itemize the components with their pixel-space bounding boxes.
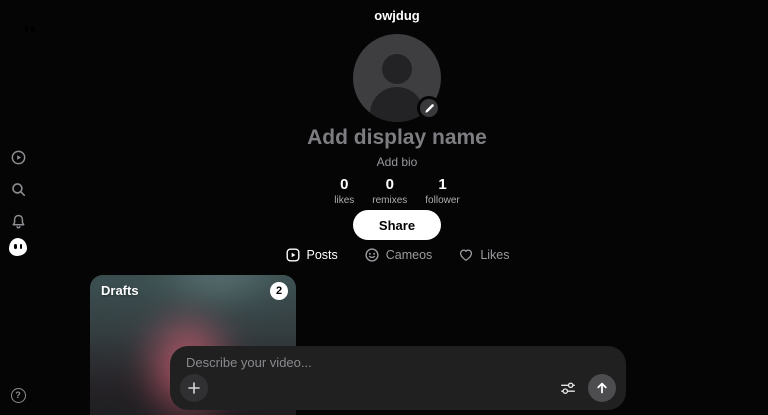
posts-icon bbox=[285, 247, 301, 263]
sidebar: ? bbox=[0, 0, 34, 415]
cameos-smiley-icon bbox=[364, 247, 380, 263]
plus-icon bbox=[187, 381, 201, 395]
share-button[interactable]: Share bbox=[353, 210, 441, 240]
tab-likes-label: Likes bbox=[480, 248, 509, 262]
search-icon bbox=[10, 181, 27, 198]
sidebar-item-explore[interactable] bbox=[8, 147, 28, 167]
tab-cameos-label: Cameos bbox=[386, 248, 433, 262]
tab-likes[interactable]: Likes bbox=[458, 247, 509, 263]
stat-remixes-value: 0 bbox=[372, 176, 407, 193]
stat-likes-label: likes bbox=[334, 195, 354, 206]
heart-icon bbox=[458, 247, 474, 263]
stat-remixes-label: remixes bbox=[372, 195, 407, 206]
pencil-icon bbox=[424, 103, 435, 114]
profile-face-icon bbox=[9, 238, 27, 256]
profile-stats: 0 likes 0 remixes 1 follower bbox=[26, 176, 768, 206]
stat-follower-label: follower bbox=[425, 195, 459, 206]
sidebar-item-notifications[interactable] bbox=[8, 211, 28, 231]
help-icon: ? bbox=[11, 388, 26, 403]
app-root: ? owjdug Add display name Add bio 0 like… bbox=[0, 0, 768, 415]
stat-likes-value: 0 bbox=[334, 176, 354, 193]
stat-follower[interactable]: 1 follower bbox=[425, 176, 459, 206]
app-logo[interactable] bbox=[7, 7, 31, 31]
sidebar-item-profile[interactable] bbox=[8, 237, 28, 257]
send-button[interactable] bbox=[588, 374, 616, 402]
drafts-count-badge: 2 bbox=[270, 282, 288, 300]
explore-play-icon bbox=[10, 149, 27, 166]
arrow-up-icon bbox=[595, 381, 609, 395]
edit-avatar-button[interactable] bbox=[417, 96, 441, 120]
avatar-row bbox=[26, 34, 768, 127]
sidebar-item-help[interactable]: ? bbox=[8, 385, 28, 405]
drafts-title: Drafts bbox=[101, 283, 139, 298]
avatar[interactable] bbox=[353, 34, 441, 122]
profile-username: owjdug bbox=[26, 8, 768, 23]
tab-cameos[interactable]: Cameos bbox=[364, 247, 433, 263]
stat-likes[interactable]: 0 likes bbox=[334, 176, 354, 206]
video-composer bbox=[170, 346, 626, 410]
add-display-name[interactable]: Add display name bbox=[26, 126, 768, 150]
add-bio[interactable]: Add bio bbox=[26, 155, 768, 169]
share-row: Share bbox=[26, 210, 768, 240]
settings-sliders-button[interactable] bbox=[556, 376, 580, 400]
profile-tabs: Posts Cameos Likes bbox=[26, 247, 768, 263]
stat-remixes[interactable]: 0 remixes bbox=[372, 176, 407, 206]
bell-icon bbox=[10, 213, 27, 230]
add-attachment-button[interactable] bbox=[180, 374, 208, 402]
tab-posts[interactable]: Posts bbox=[285, 247, 338, 263]
composer-input[interactable] bbox=[186, 355, 610, 370]
stat-follower-value: 1 bbox=[425, 176, 459, 193]
tab-posts-label: Posts bbox=[307, 248, 338, 262]
sidebar-item-search[interactable] bbox=[8, 179, 28, 199]
sliders-icon bbox=[559, 379, 577, 397]
